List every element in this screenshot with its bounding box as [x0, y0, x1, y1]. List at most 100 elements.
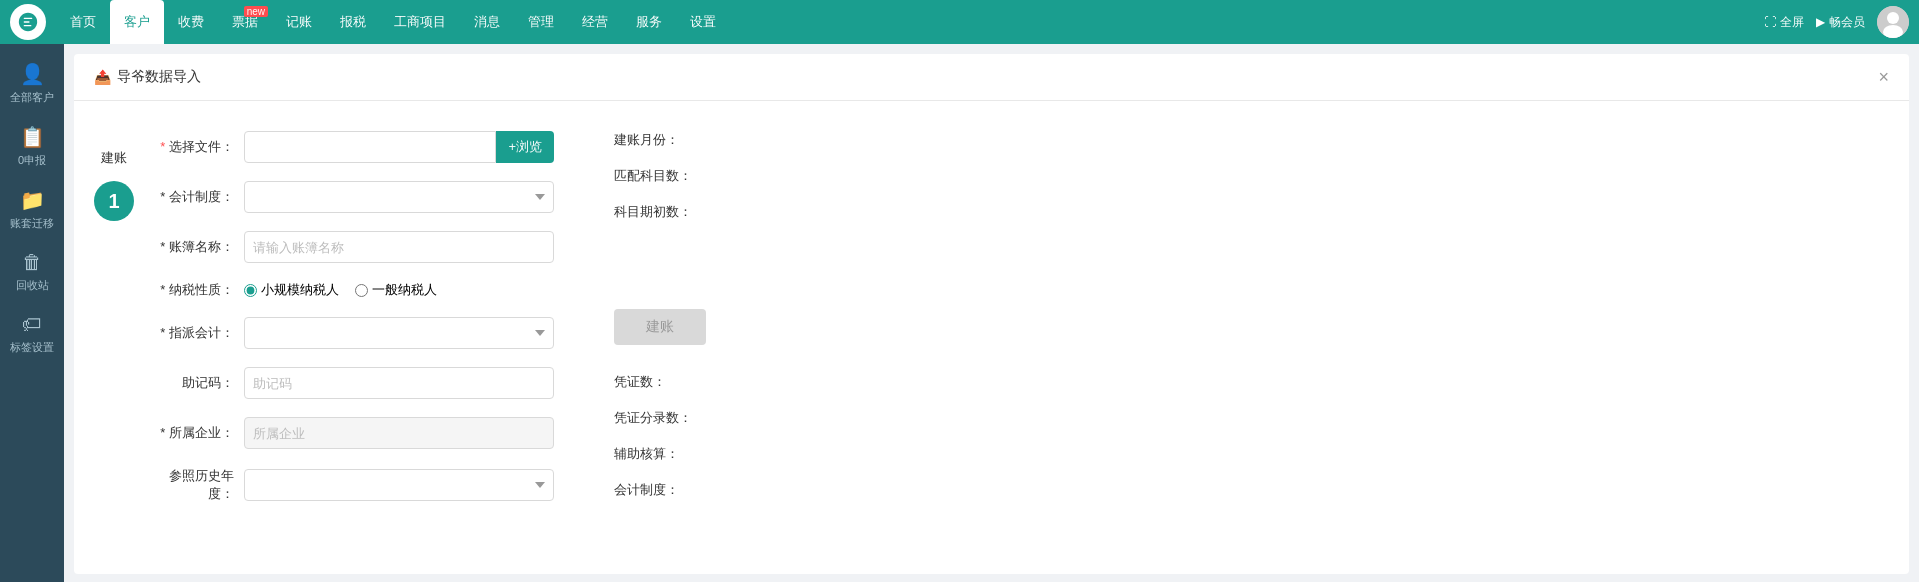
radio-small-label: 小规模纳税人 — [261, 281, 339, 299]
form-row-memo: 助记码： — [154, 367, 554, 399]
form-grid: * 选择文件： +浏览 * 会计制度： — [154, 131, 554, 503]
nav-item-industry[interactable]: 工商项目 — [380, 0, 460, 44]
trash-icon: 🗑 — [22, 251, 42, 274]
panel-title: 📤 导爷数据导入 — [94, 68, 201, 86]
tag-icon: 🏷 — [22, 313, 42, 336]
radio-small-input[interactable] — [244, 284, 257, 297]
sidebar-item-label-tag: 标签设置 — [10, 340, 54, 355]
voucher-records-label: 凭证分录数： — [614, 409, 692, 427]
sidebar-item-tag[interactable]: 🏷 标签设置 — [0, 305, 64, 363]
accountant-label: * 指派会计： — [154, 324, 234, 342]
panel-title-text: 导爷数据导入 — [117, 68, 201, 86]
sidebar-item-trash[interactable]: 🗑 回收站 — [0, 243, 64, 301]
info-row-accounting-system-right: 会计制度： — [614, 481, 814, 499]
sidebar-item-migrate[interactable]: 📁 账套迁移 — [0, 180, 64, 239]
sidebar: 👤 全部客户 📋 0申报 📁 账套迁移 🗑 回收站 🏷 标签设置 — [0, 44, 64, 582]
nav-item-service[interactable]: 服务 — [622, 0, 676, 44]
form-row-ledger-name: * 账簿名称： — [154, 231, 554, 263]
tax-type-radio-group: 小规模纳税人 一般纳税人 — [244, 281, 554, 299]
form-row-history-year: 参照历史年度： — [154, 467, 554, 503]
form-left: 建账 1 * 选择文件： +浏览 — [94, 131, 554, 503]
nav-item-customer[interactable]: 客户 — [110, 0, 164, 44]
nav-item-manage[interactable]: 管理 — [514, 0, 568, 44]
nav-item-operation[interactable]: 经营 — [568, 0, 622, 44]
file-label: * 选择文件： — [154, 138, 234, 156]
sidebar-item-label-declare: 0申报 — [18, 153, 46, 168]
panel-header: 📤 导爷数据导入 × — [74, 54, 1909, 101]
info-row-subject-initial: 科目期初数： — [614, 203, 814, 221]
new-badge: new — [244, 6, 268, 17]
fullscreen-button[interactable]: ⛶ 全屏 — [1764, 14, 1804, 31]
ledger-name-input[interactable] — [244, 231, 554, 263]
radio-small-taxpayer[interactable]: 小规模纳税人 — [244, 281, 339, 299]
company-input[interactable] — [244, 417, 554, 449]
sidebar-item-declare[interactable]: 📋 0申报 — [0, 117, 64, 176]
sidebar-item-label-migrate: 账套迁移 — [10, 216, 54, 231]
radio-general-label: 一般纳税人 — [372, 281, 437, 299]
migrate-icon: 📁 — [20, 188, 45, 212]
form-row-accounting-system: * 会计制度： — [154, 181, 554, 213]
info-row-build-month: 建账月份： — [614, 131, 814, 149]
accountant-select[interactable] — [244, 317, 554, 349]
ledger-name-label: * 账簿名称： — [154, 238, 234, 256]
nav-item-billing[interactable]: 收费 — [164, 0, 218, 44]
history-year-label: 参照历史年度： — [154, 467, 234, 503]
build-month-label: 建账月份： — [614, 131, 679, 149]
nav-item-message[interactable]: 消息 — [460, 0, 514, 44]
step-circle: 1 — [94, 181, 134, 221]
form-row-tax-type: * 纳税性质： 小规模纳税人 一般纳税人 — [154, 281, 554, 299]
nav-item-settings[interactable]: 设置 — [676, 0, 730, 44]
step-label: 建账 — [101, 149, 127, 167]
sidebar-item-label-trash: 回收站 — [16, 278, 49, 293]
vip-icon: ▶ — [1816, 15, 1825, 29]
fullscreen-icon: ⛶ — [1764, 15, 1776, 29]
sidebar-item-all-customers[interactable]: 👤 全部客户 — [0, 54, 64, 113]
vip-button[interactable]: ▶ 畅会员 — [1816, 14, 1865, 31]
file-input[interactable] — [244, 131, 496, 163]
nav-item-home[interactable]: 首页 — [56, 0, 110, 44]
company-label: * 所属企业： — [154, 424, 234, 442]
import-panel: 📤 导爷数据导入 × 建账 1 — [74, 54, 1909, 574]
form-container: 建账 1 * 选择文件： +浏览 — [94, 131, 1889, 503]
sidebar-item-label-all-customers: 全部客户 — [10, 90, 54, 105]
match-subjects-label: 匹配科目数： — [614, 167, 692, 185]
panel-body: 建账 1 * 选择文件： +浏览 — [74, 101, 1909, 533]
build-account-button[interactable]: 建账 — [614, 309, 706, 345]
radio-general-taxpayer[interactable]: 一般纳税人 — [355, 281, 437, 299]
top-navigation: 首页 客户 收费 票据 new 记账 报税 工商项目 消息 管理 经营 服务 设… — [0, 0, 1919, 44]
form-row-company: * 所属企业： — [154, 417, 554, 449]
radio-general-input[interactable] — [355, 284, 368, 297]
history-year-select[interactable] — [244, 469, 554, 501]
file-input-group: +浏览 — [244, 131, 554, 163]
nav-right-actions: ⛶ 全屏 ▶ 畅会员 — [1764, 6, 1909, 38]
info-row-match-subjects: 匹配科目数： — [614, 167, 814, 185]
form-row-file: * 选择文件： +浏览 — [154, 131, 554, 163]
nav-item-ledger[interactable]: 记账 — [272, 0, 326, 44]
svg-point-1 — [1887, 12, 1899, 24]
user-avatar[interactable] — [1877, 6, 1909, 38]
close-button[interactable]: × — [1878, 68, 1889, 86]
nav-items-container: 首页 客户 收费 票据 new 记账 报税 工商项目 消息 管理 经营 服务 设… — [56, 0, 1764, 44]
app-logo[interactable] — [10, 4, 46, 40]
accounting-system-label: * 会计制度： — [154, 188, 234, 206]
info-row-voucher-records: 凭证分录数： — [614, 409, 814, 427]
fullscreen-label: 全屏 — [1780, 14, 1804, 31]
nav-item-invoice[interactable]: 票据 new — [218, 0, 272, 44]
accounting-system-select[interactable] — [244, 181, 554, 213]
nav-item-tax[interactable]: 报税 — [326, 0, 380, 44]
tax-type-label: * 纳税性质： — [154, 281, 234, 299]
all-customers-icon: 👤 — [20, 62, 45, 86]
info-row-voucher-count: 凭证数： — [614, 373, 814, 391]
content-area: 📤 导爷数据导入 × 建账 1 — [64, 44, 1919, 582]
browse-button[interactable]: +浏览 — [496, 131, 554, 163]
subject-initial-label: 科目期初数： — [614, 203, 692, 221]
vip-label: 畅会员 — [1829, 14, 1865, 31]
memo-input[interactable] — [244, 367, 554, 399]
accounting-system-right-label: 会计制度： — [614, 481, 679, 499]
form-row-accountant: * 指派会计： — [154, 317, 554, 349]
upload-icon: 📤 — [94, 69, 111, 85]
declare-icon: 📋 — [20, 125, 45, 149]
memo-label: 助记码： — [154, 374, 234, 392]
main-layout: 👤 全部客户 📋 0申报 📁 账套迁移 🗑 回收站 🏷 标签设置 📤 导爷数据导… — [0, 44, 1919, 582]
form-right: 建账月份： 匹配科目数： 科目期初数： 建账 — [614, 131, 814, 503]
